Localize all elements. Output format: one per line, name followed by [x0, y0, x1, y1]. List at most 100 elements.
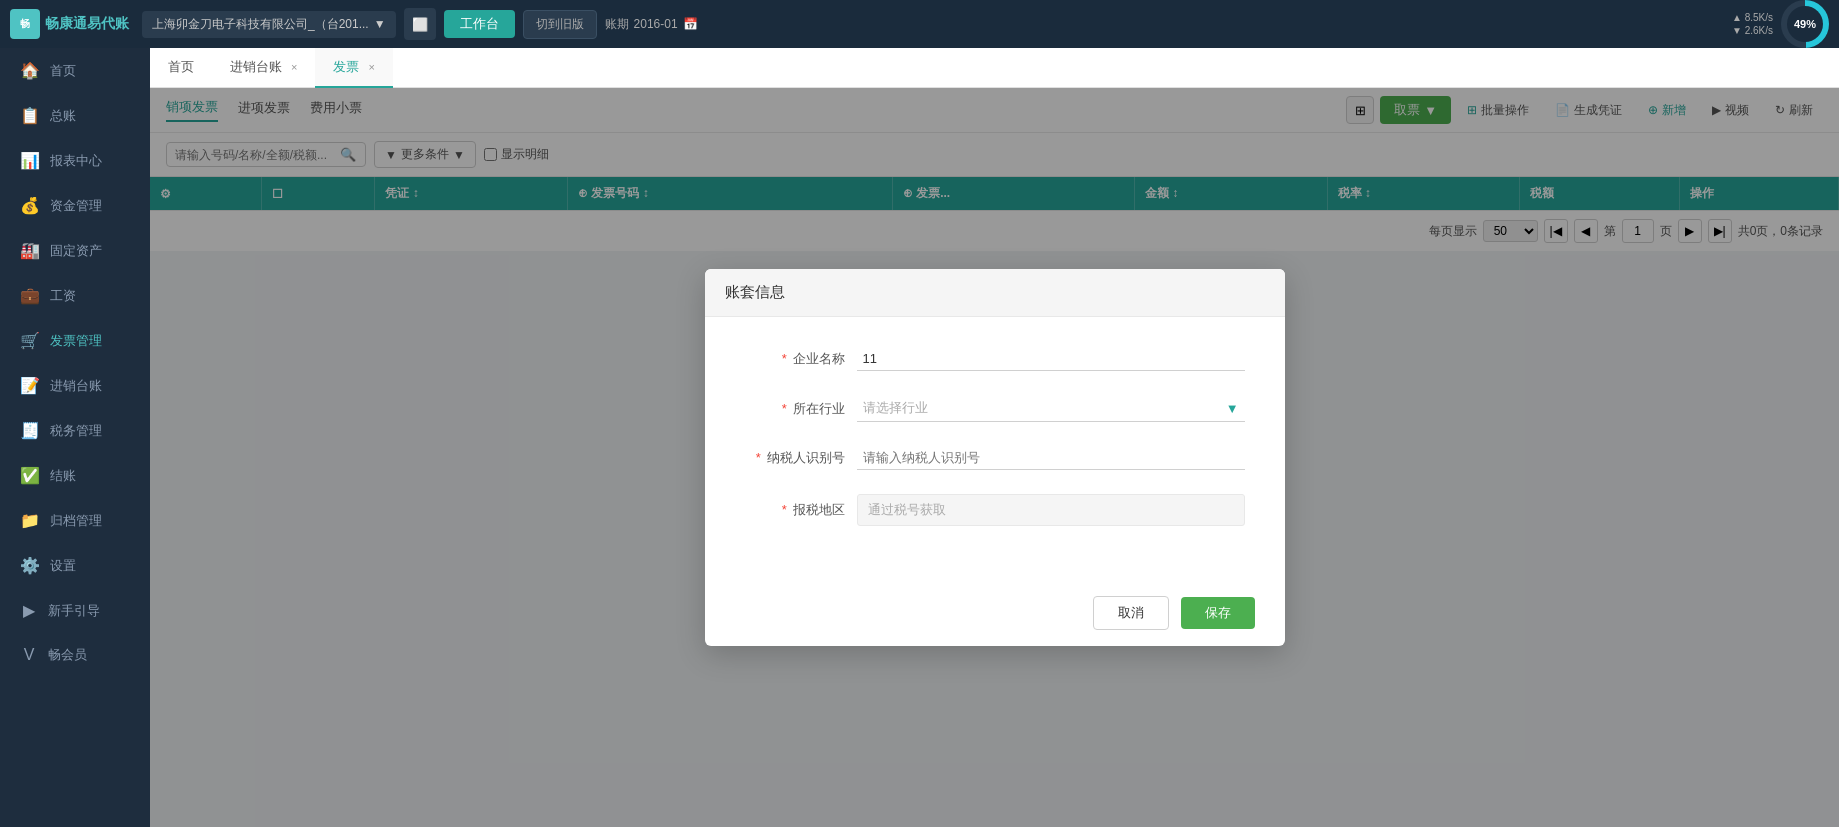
industry-select[interactable]: 请选择行业 ▼ [857, 395, 1245, 422]
sidebar-item-tax[interactable]: 🧾 税务管理 [0, 408, 150, 453]
tab-purchase-sales-label: 进销台账 [230, 58, 282, 76]
topbar-right: ▲ 8.5K/s ▼ 2.6K/s 49% [1732, 0, 1829, 48]
required-mark4: * [782, 502, 787, 517]
save-button[interactable]: 保存 [1181, 597, 1255, 629]
sidebar: 🏠 首页 📋 总账 📊 报表中心 💰 资金管理 🏭 固定资产 💼 工资 🛒 发票… [0, 48, 150, 827]
sidebar-item-funds-label: 资金管理 [50, 197, 102, 215]
account-info-modal: 账套信息 * 企业名称 [705, 269, 1285, 646]
chevron-down-icon: ▼ [374, 17, 386, 31]
sidebar-item-settings[interactable]: ⚙️ 设置 [0, 543, 150, 588]
member-icon: V [20, 646, 38, 664]
sidebar-item-ledger-label: 总账 [50, 107, 76, 125]
sidebar-item-invoice[interactable]: 🛒 发票管理 [0, 318, 150, 363]
ledger-icon: 📋 [20, 106, 40, 125]
sidebar-item-ledger[interactable]: 📋 总账 [0, 93, 150, 138]
cancel-button[interactable]: 取消 [1093, 596, 1169, 630]
speed-down: ▼ 2.6K/s [1732, 25, 1773, 36]
tax-region-row: * 报税地区 通过税号获取 [745, 494, 1245, 526]
salary-icon: 💼 [20, 286, 40, 305]
workbench-button[interactable]: 工作台 [444, 10, 515, 38]
tax-region-label-text: 报税地区 [793, 502, 845, 517]
sidebar-item-salary-label: 工资 [50, 287, 76, 305]
tax-id-field-label: * 纳税人识别号 [745, 449, 845, 467]
sidebar-item-purchase-sales-label: 进销台账 [50, 377, 102, 395]
sidebar-item-assets-label: 固定资产 [50, 242, 102, 260]
sidebar-item-tax-label: 税务管理 [50, 422, 102, 440]
required-mark: * [782, 351, 787, 366]
tab-invoice-close[interactable]: × [368, 61, 374, 73]
old-version-button[interactable]: 切到旧版 [523, 10, 597, 39]
tax-id-label-text: 纳税人识别号 [767, 450, 845, 465]
speed-info: ▲ 8.5K/s ▼ 2.6K/s [1732, 12, 1773, 36]
speed-up: ▲ 8.5K/s [1732, 12, 1773, 23]
reports-icon: 📊 [20, 151, 40, 170]
tab-invoice-label: 发票 [333, 58, 359, 76]
sidebar-item-purchase-sales[interactable]: 📝 进销台账 [0, 363, 150, 408]
assets-icon: 🏭 [20, 241, 40, 260]
period-info: 账期 2016-01 📅 [605, 16, 698, 33]
sidebar-item-home-label: 首页 [50, 62, 76, 80]
sidebar-item-settings-label: 设置 [50, 557, 76, 575]
industry-label-text: 所在行业 [793, 401, 845, 416]
percent-circle: 49% [1781, 0, 1829, 48]
sidebar-item-home[interactable]: 🏠 首页 [0, 48, 150, 93]
sidebar-item-close-accounts-label: 结账 [50, 467, 76, 485]
sidebar-item-close-accounts[interactable]: ✅ 结账 [0, 453, 150, 498]
required-mark3: * [756, 450, 761, 465]
modal-body: * 企业名称 * 所在行业 请选择行业 [705, 317, 1285, 580]
app-name: 畅康通易代账 [45, 15, 129, 33]
tax-region-readonly: 通过税号获取 [857, 494, 1245, 526]
calendar-icon[interactable]: 📅 [683, 17, 698, 31]
tax-id-input[interactable] [857, 446, 1245, 470]
period-label: 账期 [605, 16, 629, 33]
sidebar-item-salary[interactable]: 💼 工资 [0, 273, 150, 318]
modal-title: 账套信息 [725, 283, 785, 300]
required-mark2: * [782, 401, 787, 416]
settings-icon: ⚙️ [20, 556, 40, 575]
company-name: 上海卯金刀电子科技有限公司_（台201... [152, 16, 369, 33]
close-accounts-icon: ✅ [20, 466, 40, 485]
funds-icon: 💰 [20, 196, 40, 215]
sidebar-item-archive[interactable]: 📁 归档管理 [0, 498, 150, 543]
company-name-row: * 企业名称 [745, 347, 1245, 371]
tax-region-placeholder: 通过税号获取 [868, 502, 946, 517]
purchase-sales-icon: 📝 [20, 376, 40, 395]
content-area: 销项发票 进项发票 费用小票 ⊞ 取票 ▼ ⊞ 批量操作 [150, 88, 1839, 827]
home-icon: 🏠 [20, 61, 40, 80]
industry-chevron-icon: ▼ [1226, 401, 1239, 416]
tax-id-row: * 纳税人识别号 [745, 446, 1245, 470]
industry-field-label: * 所在行业 [745, 400, 845, 418]
percent-value: 49% [1787, 6, 1823, 42]
copy-icon[interactable]: ⬜ [404, 8, 436, 40]
tab-purchase-sales-close[interactable]: × [291, 61, 297, 73]
sidebar-item-reports-label: 报表中心 [50, 152, 102, 170]
topbar: 畅 畅康通易代账 上海卯金刀电子科技有限公司_（台201... ▼ ⬜ 工作台 … [0, 0, 1839, 48]
app-logo: 畅 畅康通易代账 [10, 9, 129, 39]
modal-footer: 取消 保存 [705, 580, 1285, 646]
modal-header: 账套信息 [705, 269, 1285, 317]
logo-icon: 畅 [10, 9, 40, 39]
modal-overlay: 账套信息 * 企业名称 [150, 88, 1839, 827]
sidebar-item-reports[interactable]: 📊 报表中心 [0, 138, 150, 183]
sidebar-item-member[interactable]: V 畅会员 [0, 633, 150, 677]
tab-purchase-sales[interactable]: 进销台账 × [212, 48, 315, 88]
main-content: 首页 进销台账 × 发票 × 销项发票 进项发票 费用 [150, 48, 1839, 827]
sidebar-item-member-label: 畅会员 [48, 646, 87, 664]
company-name-input[interactable] [857, 347, 1245, 371]
tax-icon: 🧾 [20, 421, 40, 440]
sidebar-item-assets[interactable]: 🏭 固定资产 [0, 228, 150, 273]
tax-region-field-label: * 报税地区 [745, 501, 845, 519]
tab-home[interactable]: 首页 [150, 48, 212, 88]
sidebar-item-invoice-label: 发票管理 [50, 332, 102, 350]
sidebar-item-guide[interactable]: ▶ 新手引导 [0, 588, 150, 633]
tab-invoice[interactable]: 发票 × [315, 48, 392, 88]
tab-home-label: 首页 [168, 58, 194, 76]
main-layout: 🏠 首页 📋 总账 📊 报表中心 💰 资金管理 🏭 固定资产 💼 工资 🛒 发票… [0, 48, 1839, 827]
sidebar-item-funds[interactable]: 💰 资金管理 [0, 183, 150, 228]
sidebar-item-archive-label: 归档管理 [50, 512, 102, 530]
company-name-label-text: 企业名称 [793, 351, 845, 366]
sidebar-item-guide-label: 新手引导 [48, 602, 100, 620]
company-selector[interactable]: 上海卯金刀电子科技有限公司_（台201... ▼ [142, 11, 396, 38]
company-name-field-label: * 企业名称 [745, 350, 845, 368]
guide-icon: ▶ [20, 601, 38, 620]
